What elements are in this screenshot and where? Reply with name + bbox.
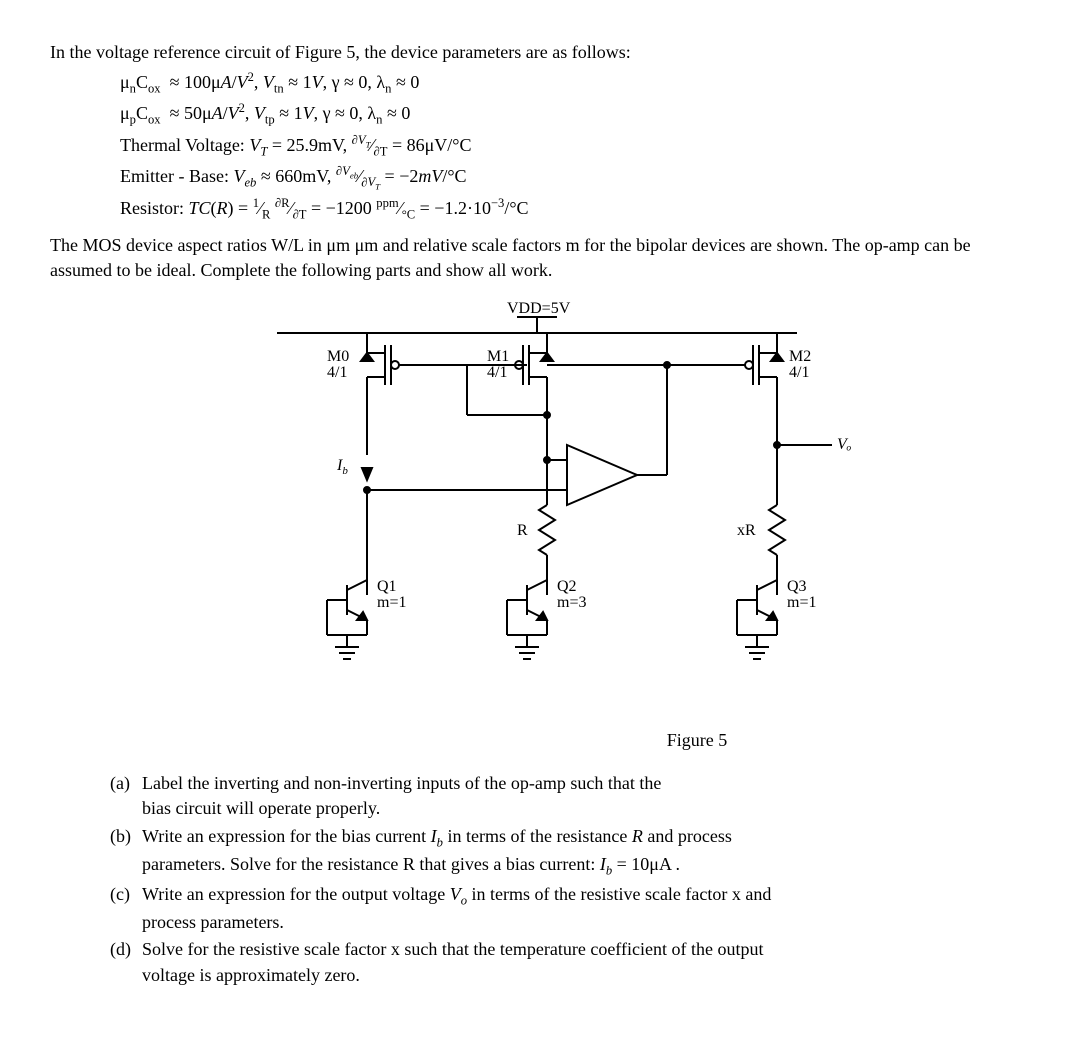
question-d-label: (d) [110, 937, 142, 987]
param-line-5: Resistor: TC(R) = 1⁄R ∂R⁄∂T = −1200 ppm⁄… [120, 195, 1024, 224]
svg-text:4/1: 4/1 [327, 364, 347, 381]
question-list: (a) Label the inverting and non-invertin… [110, 771, 1024, 988]
svg-text:Q1: Q1 [377, 578, 397, 595]
question-c-label: (c) [110, 882, 142, 935]
question-d-text: Solve for the resistive scale factor x s… [142, 937, 1024, 987]
question-c: (c) Write an expression for the output v… [110, 882, 1024, 935]
question-c-text: Write an expression for the output volta… [142, 882, 1024, 935]
question-a: (a) Label the inverting and non-invertin… [110, 771, 1024, 821]
circuit-svg: VDD=5V M0 4/1 M1 [217, 295, 857, 715]
question-a-text: Label the inverting and non-inverting in… [142, 771, 1024, 821]
svg-text:m=1: m=1 [377, 594, 406, 611]
transistor-m2: M2 4/1 [547, 333, 811, 445]
param-line-3: Thermal Voltage: VT = 25.9mV, ∂VT⁄∂T = 8… [120, 132, 1024, 161]
param-line-2: μpCox ≈ 50μA/V2, Vtp ≈ 1V, γ ≈ 0, λn ≈ 0 [120, 100, 1024, 129]
transistor-q3: Q3 m=1 [737, 575, 816, 659]
resistor-xr: xR [737, 445, 785, 575]
vo-label: Vₒ [837, 436, 852, 453]
question-b: (b) Write an expression for the bias cur… [110, 824, 1024, 880]
figure-caption: Figure 5 [370, 728, 1024, 753]
svg-text:Q2: Q2 [557, 578, 577, 595]
question-a-label: (a) [110, 771, 142, 821]
svg-text:4/1: 4/1 [789, 364, 809, 381]
svg-text:Q3: Q3 [787, 578, 807, 595]
circuit-figure: VDD=5V M0 4/1 M1 [50, 295, 1024, 722]
transistor-q2: Q2 m=3 [507, 575, 586, 659]
svg-text:M1: M1 [487, 348, 509, 365]
question-b-text: Write an expression for the bias current… [142, 824, 1024, 880]
svg-text:xR: xR [737, 522, 756, 539]
svg-text:m=3: m=3 [557, 594, 586, 611]
transistor-q1: Q1 m=1 [327, 575, 406, 659]
vdd-label: VDD=5V [507, 300, 571, 317]
svg-text:M2: M2 [789, 348, 811, 365]
parameter-block: μnCox ≈ 100μA/V2, Vtn ≈ 1V, γ ≈ 0, λn ≈ … [120, 69, 1024, 224]
ib-current: Ib [336, 457, 372, 480]
question-b-label: (b) [110, 824, 142, 880]
svg-text:M0: M0 [327, 348, 349, 365]
resistor-r: R [517, 495, 555, 575]
transistor-m1: M1 4/1 [487, 333, 553, 415]
question-d: (d) Solve for the resistive scale factor… [110, 937, 1024, 987]
intro-text: In the voltage reference circuit of Figu… [50, 40, 1024, 65]
instruction-text: The MOS device aspect ratios W/L in μm μ… [50, 233, 1024, 283]
op-amp [364, 362, 670, 505]
svg-text:4/1: 4/1 [487, 364, 507, 381]
svg-text:Ib: Ib [336, 457, 348, 477]
param-line-1: μnCox ≈ 100μA/V2, Vtn ≈ 1V, γ ≈ 0, λn ≈ … [120, 69, 1024, 98]
svg-text:m=1: m=1 [787, 594, 816, 611]
param-line-4: Emitter - Base: Veb ≈ 660mV, ∂Veb⁄∂VT = … [120, 163, 1024, 193]
svg-text:R: R [517, 522, 528, 539]
